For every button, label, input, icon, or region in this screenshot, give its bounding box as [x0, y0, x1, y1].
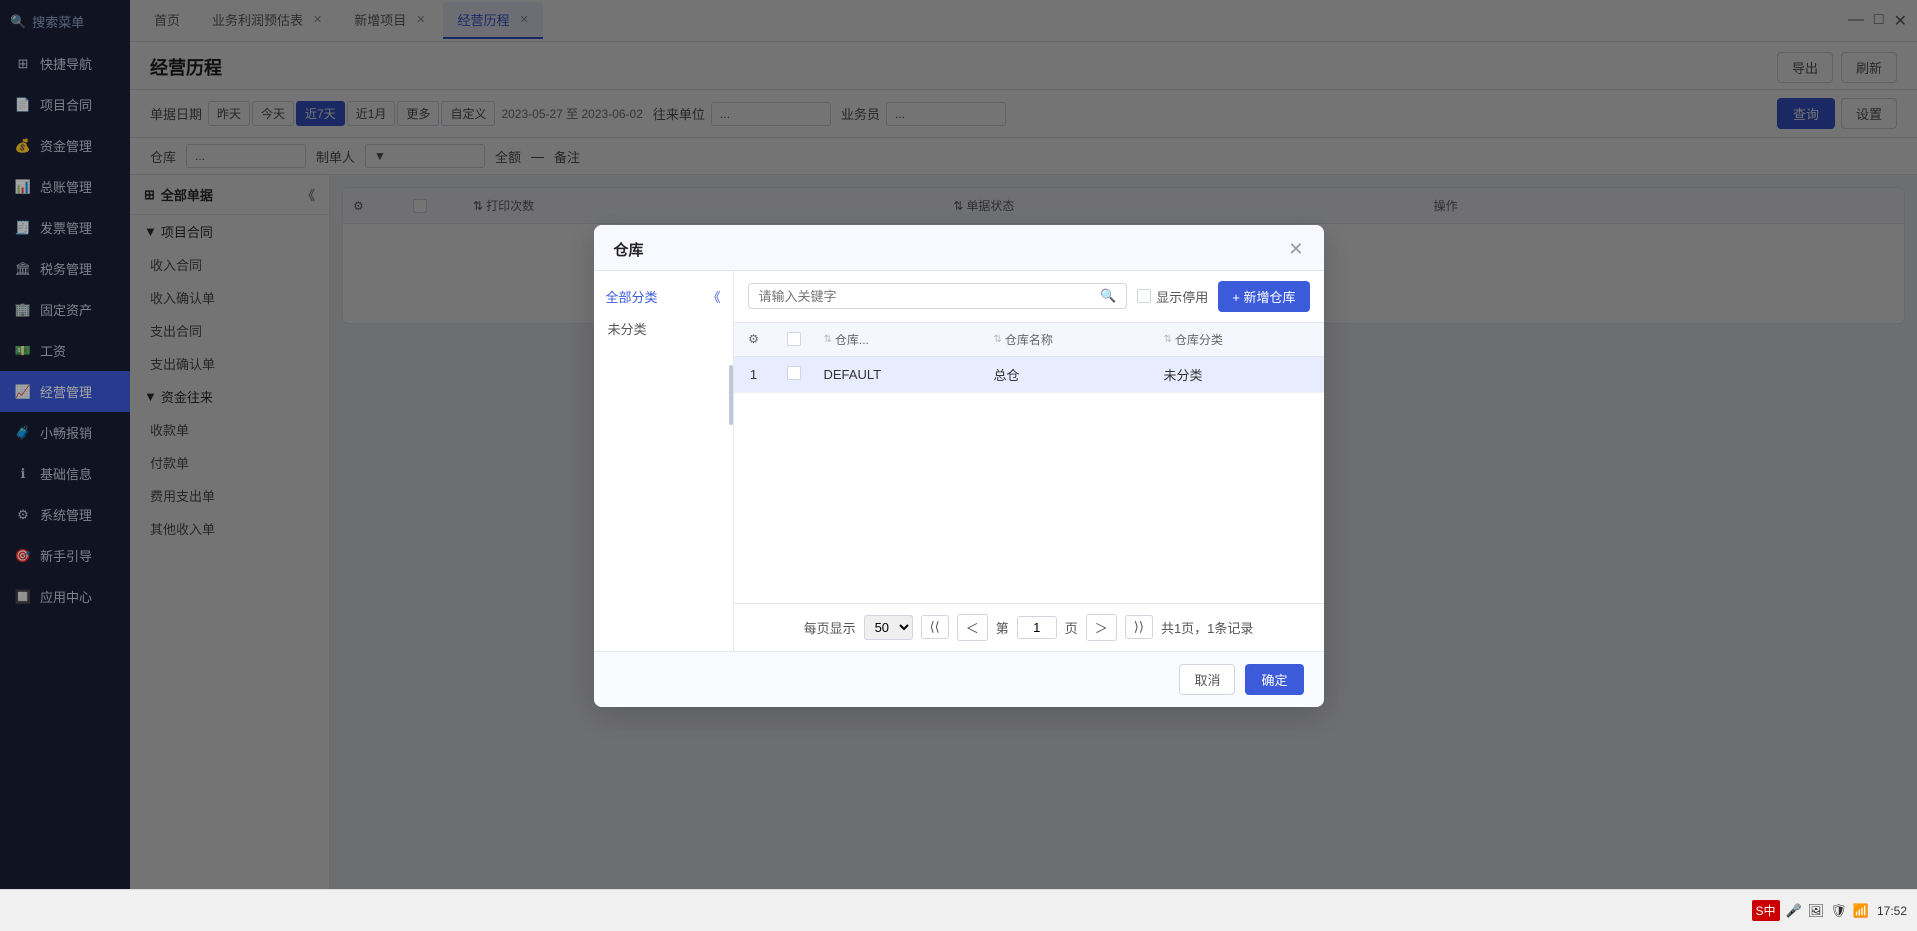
- modal-total-label: 共1页，1条记录: [1161, 618, 1253, 637]
- taskbar-icons: S中 🎤 🖼 🛡 📶: [1752, 900, 1869, 921]
- taskbar-icon-shield[interactable]: 🛡: [1830, 903, 1847, 919]
- modal-warehouse: 仓库 ✕ 全部分类 《 未分类: [594, 225, 1324, 707]
- modal-search-icon[interactable]: 🔍: [1100, 288, 1116, 304]
- table-row[interactable]: 1 DEFAULT 总仓 未分类: [734, 357, 1324, 393]
- modal-th-category-sort[interactable]: ⇅: [1164, 334, 1172, 345]
- modal-th-settings-icon[interactable]: ⚙: [748, 332, 759, 346]
- taskbar: S中 🎤 🖼 🛡 📶 17:52: [0, 889, 1917, 931]
- taskbar-icon-mic[interactable]: 🎤: [1786, 903, 1802, 919]
- modal-all-categories[interactable]: 全部分类 《: [594, 281, 733, 312]
- row-category: 未分类: [1154, 357, 1324, 392]
- modal-th-code: ⇅ 仓库...: [814, 323, 984, 356]
- modal-first-page-btn[interactable]: ⟨⟨: [921, 615, 949, 639]
- modal-last-page-btn[interactable]: ⟩⟩: [1125, 615, 1153, 639]
- modal-next-page-btn[interactable]: ＞: [1086, 614, 1117, 641]
- modal-th-name-sort[interactable]: ⇅: [994, 334, 1002, 345]
- show-disabled-label[interactable]: 显示停用: [1137, 287, 1208, 306]
- modal-per-page-label: 每页显示: [804, 618, 856, 637]
- modal-title: 仓库: [614, 239, 644, 260]
- modal-th-category: ⇅ 仓库分类: [1154, 323, 1324, 356]
- modal-next-btn: 页: [1065, 618, 1078, 637]
- modal-prev-page-btn[interactable]: ＜: [957, 614, 988, 641]
- row-checkbox[interactable]: [787, 366, 801, 380]
- modal-th-settings: ⚙: [734, 323, 774, 356]
- taskbar-icon-signal[interactable]: 📶: [1853, 903, 1869, 919]
- taskbar-icon-s[interactable]: S中: [1752, 900, 1780, 921]
- modal-confirm-btn[interactable]: 确定: [1245, 664, 1303, 695]
- modal-th-code-sort[interactable]: ⇅: [824, 334, 832, 345]
- modal-overlay: 仓库 ✕ 全部分类 《 未分类: [0, 0, 1917, 931]
- show-disabled-text: 显示停用: [1156, 287, 1208, 306]
- modal-close-btn[interactable]: ✕: [1288, 239, 1303, 260]
- modal-toolbar: 🔍 显示停用 + 新增仓库: [734, 271, 1324, 323]
- modal-search-input[interactable]: [759, 289, 1095, 304]
- row-settings: 1: [734, 359, 774, 390]
- modal-left-collapse-icon[interactable]: 《: [707, 287, 720, 306]
- add-warehouse-btn[interactable]: + 新增仓库: [1218, 281, 1309, 312]
- modal-th-code-label: 仓库...: [835, 331, 869, 348]
- modal-pagination: 每页显示 50 ⟨⟨ ＜ 第 页 ＞ ⟩⟩ 共1页，1条记录: [734, 603, 1324, 651]
- modal-left-panel: 全部分类 《 未分类: [594, 271, 734, 651]
- modal-th-name: ⇅ 仓库名称: [984, 323, 1154, 356]
- modal-cat-unclassified[interactable]: 未分类: [594, 312, 733, 345]
- modal-table: ⚙ ⇅ 仓库... ⇅ 仓库名称: [734, 323, 1324, 603]
- modal-right-panel: 🔍 显示停用 + 新增仓库 ⚙: [734, 271, 1324, 651]
- modal-footer: 取消 确定: [594, 651, 1324, 707]
- modal-all-categories-label: 全部分类: [606, 287, 658, 306]
- modal-page-label: 第: [996, 618, 1009, 637]
- row-name: 总仓: [984, 357, 1154, 392]
- row-code: DEFAULT: [814, 359, 984, 390]
- taskbar-clock: 17:52: [1877, 904, 1907, 918]
- modal-th-checkbox[interactable]: [787, 332, 801, 346]
- modal-table-header: ⚙ ⇅ 仓库... ⇅ 仓库名称: [734, 323, 1324, 357]
- modal-search-box: 🔍: [748, 283, 1128, 309]
- modal-page-input[interactable]: [1017, 616, 1057, 639]
- modal-cancel-btn[interactable]: 取消: [1179, 664, 1235, 695]
- modal-th-check: [774, 323, 814, 356]
- modal-th-category-label: 仓库分类: [1175, 331, 1223, 348]
- modal-per-page-select[interactable]: 50: [864, 615, 913, 640]
- modal-th-name-label: 仓库名称: [1005, 331, 1053, 348]
- taskbar-icon-img[interactable]: 🖼: [1808, 903, 1825, 919]
- modal-body: 全部分类 《 未分类 🔍: [594, 271, 1324, 651]
- show-disabled-checkbox[interactable]: [1137, 289, 1151, 303]
- row-check[interactable]: [774, 358, 814, 391]
- modal-header: 仓库 ✕: [594, 225, 1324, 271]
